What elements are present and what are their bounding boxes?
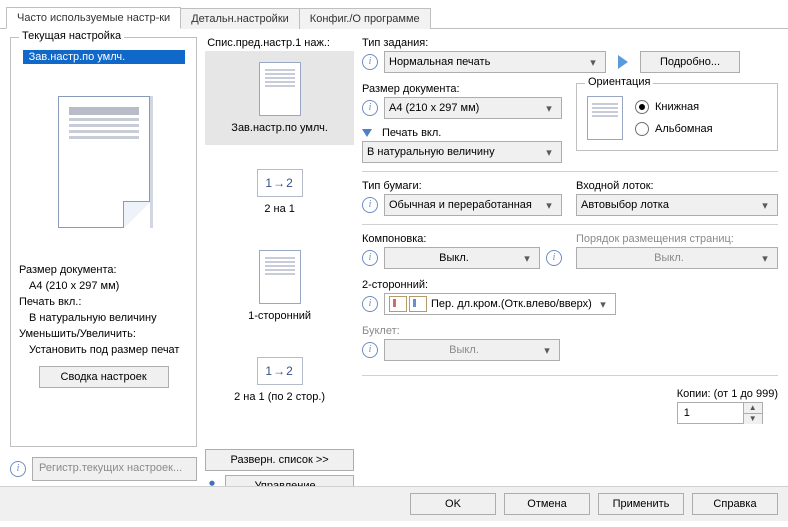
- doc-size-value: A4 (210 x 297 мм): [389, 102, 541, 114]
- orientation-landscape-radio[interactable]: Альбомная: [635, 122, 713, 136]
- page-preview: [58, 96, 150, 228]
- info-icon[interactable]: i: [362, 342, 378, 358]
- page-icon: [259, 62, 301, 116]
- doc-size-label: Размер документа:: [19, 262, 188, 278]
- info-icon[interactable]: i: [362, 250, 378, 266]
- spin-up-icon[interactable]: ▲: [744, 403, 762, 414]
- layout-combo[interactable]: Выкл. ▾: [384, 247, 540, 269]
- copies-value[interactable]: 1: [678, 407, 743, 419]
- orientation-portrait-radio[interactable]: Книжная: [635, 100, 713, 114]
- spin-down-icon[interactable]: ▼: [744, 414, 762, 424]
- tab-frequently-used[interactable]: Часто используемые настр-ки: [6, 7, 181, 29]
- orientation-legend: Ориентация: [585, 76, 653, 88]
- copies-spinner[interactable]: 1 ▲▼: [677, 402, 763, 424]
- info-icon[interactable]: i: [546, 250, 562, 266]
- print-on-value: В натуральную величину: [29, 310, 188, 326]
- current-settings-summary: Размер документа: A4 (210 x 297 мм) Печа…: [19, 262, 188, 358]
- preset-item[interactable]: 1→2 2 на 1: [205, 145, 354, 239]
- dialog-footer: OK Отмена Применить Справка: [0, 486, 788, 521]
- print-on-label: Печать вкл.:: [19, 294, 188, 310]
- print-on-value: В натуральную величину: [367, 146, 541, 158]
- two-sided-label: 2-сторонний:: [362, 279, 778, 291]
- doc-size-value: A4 (210 x 297 мм): [29, 278, 188, 294]
- current-setting-legend: Текущая настройка: [19, 30, 124, 42]
- fit-value: Установить под размер печат: [29, 342, 188, 358]
- one-to-two-icon: 1→2: [257, 169, 303, 197]
- orientation-portrait-label: Книжная: [655, 101, 699, 113]
- booklet-combo: Выкл. ▾: [384, 339, 560, 361]
- arrow-down-icon: [362, 129, 372, 137]
- doc-size-combo[interactable]: A4 (210 x 297 мм) ▾: [384, 97, 562, 119]
- chevron-down-icon: ▾: [585, 56, 601, 69]
- two-sided-combo[interactable]: Пер. дл.кром.(Отк.влево/вверх) ▾: [384, 293, 616, 315]
- doc-size-label: Размер документа:: [362, 83, 562, 95]
- two-sided-value: Пер. дл.кром.(Отк.влево/вверх): [431, 298, 595, 310]
- one-click-list-label: Спис.пред.настр.1 наж.:: [207, 37, 354, 49]
- orientation-group: Ориентация Книжная Альбомная: [576, 83, 778, 151]
- paper-type-value: Обычная и переработанная: [389, 199, 541, 211]
- preset-item[interactable]: 1→2 2 на 1 (по 2 стор.): [205, 333, 354, 427]
- input-tray-label: Входной лоток:: [576, 180, 778, 192]
- info-icon[interactable]: i: [362, 54, 378, 70]
- paper-type-combo[interactable]: Обычная и переработанная ▾: [384, 194, 562, 216]
- settings-summary-button[interactable]: Сводка настроек: [39, 366, 169, 388]
- preset-label: 2 на 1: [264, 203, 295, 215]
- booklet-value: Выкл.: [389, 344, 539, 356]
- print-on-label: Печать вкл.: [382, 127, 441, 139]
- page-order-value: Выкл.: [581, 252, 757, 264]
- current-setting-group: Текущая настройка Зав.настр.по умлч. Раз…: [10, 37, 197, 447]
- help-button[interactable]: Справка: [692, 493, 778, 515]
- preset-item[interactable]: 1-сторонний: [205, 239, 354, 333]
- info-icon[interactable]: i: [362, 197, 378, 213]
- booklet-label: Буклет:: [362, 325, 778, 337]
- job-type-label: Тип задания:: [362, 37, 778, 49]
- info-icon[interactable]: i: [10, 461, 26, 477]
- chevron-down-icon: ▾: [541, 146, 557, 159]
- chevron-down-icon: ▾: [595, 298, 611, 311]
- layout-label: Компоновка:: [362, 233, 562, 245]
- apply-button[interactable]: Применить: [598, 493, 684, 515]
- play-icon[interactable]: [618, 55, 628, 69]
- page-order-combo: Выкл. ▾: [576, 247, 778, 269]
- fit-label: Уменьшить/Увеличить:: [19, 326, 188, 342]
- one-to-two-icon: 1→2: [257, 357, 303, 385]
- one-click-preset-list[interactable]: Зав.настр.по умлч. 1→2 2 на 1 1-сторонний 1→…: [205, 51, 354, 443]
- chevron-down-icon: ▾: [541, 102, 557, 115]
- print-on-combo[interactable]: В натуральную величину ▾: [362, 141, 562, 163]
- preset-label: 1-сторонний: [248, 310, 311, 322]
- tabstrip: Часто используемые настр-ки Детальн.наст…: [0, 0, 788, 29]
- expand-list-button[interactable]: Разверн. список >>: [205, 449, 354, 471]
- cancel-button[interactable]: Отмена: [504, 493, 590, 515]
- job-type-value: Нормальная печать: [389, 56, 585, 68]
- chevron-down-icon: ▾: [519, 252, 535, 265]
- orientation-preview: [587, 96, 623, 140]
- ok-button[interactable]: OK: [410, 493, 496, 515]
- details-button[interactable]: Подробно...: [640, 51, 740, 73]
- tab-detail-settings[interactable]: Детальн.настройки: [180, 8, 300, 29]
- copies-label: Копии: (от 1 до 999): [677, 388, 778, 400]
- chevron-down-icon: ▾: [539, 344, 555, 357]
- info-icon[interactable]: i: [362, 100, 378, 116]
- current-preset-name[interactable]: Зав.настр.по умлч.: [23, 50, 185, 64]
- layout-value: Выкл.: [389, 252, 519, 264]
- orientation-landscape-label: Альбомная: [655, 123, 713, 135]
- register-current-settings-button[interactable]: Регистр.текущих настроек...: [32, 457, 197, 481]
- preset-item[interactable]: Зав.настр.по умлч.: [205, 51, 354, 145]
- paper-type-label: Тип бумаги:: [362, 180, 562, 192]
- input-tray-combo[interactable]: Автовыбор лотка ▾: [576, 194, 778, 216]
- preset-label: Зав.настр.по умлч.: [231, 122, 328, 134]
- two-sided-icons: [389, 296, 427, 312]
- job-type-combo[interactable]: Нормальная печать ▾: [384, 51, 606, 73]
- chevron-down-icon: ▾: [541, 199, 557, 212]
- chevron-down-icon: ▾: [757, 252, 773, 265]
- input-tray-value: Автовыбор лотка: [581, 199, 757, 211]
- preset-label: 2 на 1 (по 2 стор.): [234, 391, 325, 403]
- page-icon: [259, 250, 301, 304]
- chevron-down-icon: ▾: [757, 199, 773, 212]
- info-icon[interactable]: i: [362, 296, 378, 312]
- tab-config-about[interactable]: Конфиг./О программе: [299, 8, 431, 29]
- page-order-label: Порядок размещения страниц:: [576, 233, 778, 245]
